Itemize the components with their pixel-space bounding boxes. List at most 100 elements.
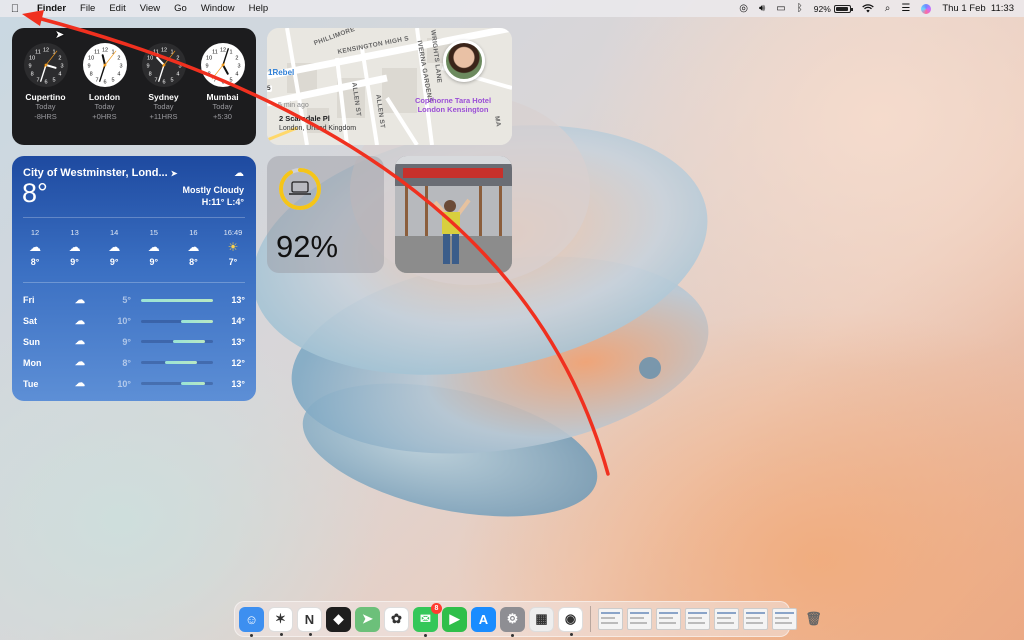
clock-day: Today <box>212 102 233 111</box>
svg-text:10: 10 <box>88 56 94 62</box>
minimized-window-thumbnail[interactable] <box>743 608 768 630</box>
avatar[interactable] <box>443 40 485 82</box>
hour-time: 14 <box>110 228 119 237</box>
gear-icon[interactable]: ⚙ <box>500 606 525 637</box>
menu-file[interactable]: File <box>73 3 102 14</box>
messages-icon[interactable]: ✉ 8 <box>413 602 442 637</box>
day-name: Mon <box>23 357 42 368</box>
menu-clock[interactable]: Thu 1 Feb 11:33 <box>942 3 1014 14</box>
temperature-range-bar <box>141 340 213 344</box>
svg-text:5: 5 <box>111 77 114 83</box>
running-indicator <box>424 633 427 637</box>
weather-high-low: H:11° L:4° <box>201 197 244 207</box>
minimized-window-thumbnail[interactable] <box>627 608 652 630</box>
trash-icon[interactable]: 🗑︎ <box>801 607 826 632</box>
photo-person-icon <box>395 156 512 273</box>
control-center-icon[interactable]: ☰ <box>901 3 910 14</box>
airdrop-icon[interactable]: ◎ <box>739 3 748 14</box>
wifi-icon[interactable] <box>862 4 874 13</box>
day-low: 10° <box>117 316 131 327</box>
menu-edit[interactable]: Edit <box>102 3 132 14</box>
minimized-window-thumbnail[interactable] <box>598 608 623 630</box>
menu-app-name[interactable]: Finder <box>30 3 73 14</box>
svg-text:11: 11 <box>35 50 41 56</box>
running-indicator <box>280 632 283 636</box>
temperature-range-fill <box>172 340 206 344</box>
minimized-window-thumbnail[interactable] <box>714 608 739 630</box>
notification-badge: 8 <box>431 602 442 614</box>
battery-widget[interactable]: 92% <box>267 156 384 273</box>
temperature-range-bar <box>141 298 213 302</box>
finder-icon[interactable]: ☺ <box>239 606 264 637</box>
svg-text:5: 5 <box>229 77 232 83</box>
craft-icon[interactable]: ✶ <box>268 606 293 636</box>
minimized-window-thumbnail[interactable] <box>656 608 681 630</box>
svg-text:1: 1 <box>229 50 232 56</box>
route-shield: 5 <box>267 85 272 92</box>
svg-text:9: 9 <box>28 64 31 70</box>
battery-status[interactable]: 92% <box>814 4 853 14</box>
menu-help[interactable]: Help <box>242 3 276 14</box>
menu-window[interactable]: Window <box>194 3 242 14</box>
menu-go[interactable]: Go <box>167 3 194 14</box>
svg-text:9: 9 <box>87 64 90 70</box>
weather-widget[interactable]: City of Westminster, Lond... ➤ 8° ☁ Most… <box>12 156 256 401</box>
apple-logo-icon[interactable]:  <box>0 3 30 15</box>
facetime-icon[interactable]: ▶ <box>442 606 467 632</box>
photo-widget[interactable] <box>395 156 512 273</box>
app-store-icon[interactable]: A <box>471 606 496 632</box>
chrome-icon[interactable]: ◉ <box>558 606 583 636</box>
launchpad-icon[interactable]: ▦ <box>529 606 554 632</box>
minimized-window-thumbnail[interactable] <box>772 608 797 630</box>
svg-text:3: 3 <box>178 64 181 70</box>
photos-icon[interactable]: ✿ <box>384 606 409 632</box>
running-indicator <box>570 632 573 636</box>
svg-text:5: 5 <box>52 77 55 83</box>
hourly-item: 13 ☁ 9° <box>60 228 90 267</box>
svg-text:11: 11 <box>153 50 159 56</box>
day-low: 5° <box>122 295 131 306</box>
hourly-item: 16:49 ☀ 7° <box>218 228 248 267</box>
weather-condition: Mostly Cloudy <box>182 185 244 195</box>
bluetooth-icon[interactable]: ᛒ <box>797 3 803 14</box>
hour-temp: 7° <box>228 257 238 267</box>
svg-text:7: 7 <box>154 77 157 83</box>
cloud-icon: ☁ <box>29 240 41 254</box>
cloud-icon: ☁ <box>108 240 121 254</box>
svg-text:11: 11 <box>94 50 100 56</box>
svg-text:5: 5 <box>170 77 173 83</box>
siri-icon[interactable] <box>921 3 932 14</box>
screen-mirroring-icon[interactable]: ▭ <box>776 3 785 14</box>
battery-percent: 92% <box>276 229 339 264</box>
cloud-icon: ☁ <box>68 240 81 254</box>
dock-separator <box>590 606 591 632</box>
hour-time: 16 <box>189 228 198 237</box>
maps-icon[interactable]: ➤ <box>355 606 380 632</box>
svg-text:10: 10 <box>147 56 153 62</box>
notion-icon[interactable]: N <box>297 606 322 636</box>
clock-face-icon: 1234567891011 12 <box>200 43 245 87</box>
clock-2: 1 2 3 4 5 6 7 8 9 10 11 12 London Today +0HRS <box>77 42 133 122</box>
figma-icon[interactable]: ◆ <box>326 606 351 632</box>
day-low: 9° <box>122 336 131 347</box>
menu-view[interactable]: View <box>133 3 167 14</box>
hour-time: 16:49 <box>223 228 243 237</box>
svg-text:7: 7 <box>95 77 98 83</box>
svg-text:4: 4 <box>176 72 179 78</box>
day-high: 12° <box>231 357 245 368</box>
minimized-window-thumbnail[interactable] <box>685 608 710 630</box>
volume-icon[interactable]: 🔊︎ <box>759 3 765 14</box>
map-place-label: 1Rebel <box>268 68 295 77</box>
day-low: 8° <box>122 357 131 368</box>
world-clock-widget[interactable]: 1 2 3 4 5 6 7 8 9 10 11 12 Cupertino Today -8HRS 1 2 3 4 5 6… <box>12 28 256 145</box>
cloud-icon: ☁ <box>234 168 244 179</box>
clock-face-icon: 1234567891011 12 <box>141 43 186 87</box>
daily-forecast: Fri ☁ 5° 13° Sat ☁ 10° 14° Sun ☁ 9° 13° Mon ☁ 8° 12° Tue… <box>23 290 245 394</box>
clock-4: 1 2 3 4 5 6 7 8 9 10 11 12 Mumbai Today +5:30 <box>195 42 251 122</box>
clock-city: Cupertino <box>25 92 66 102</box>
clock-day: Today <box>94 102 115 111</box>
search-icon[interactable]: ⌕ <box>885 3 891 14</box>
day-high: 13° <box>231 336 245 347</box>
svg-text:10: 10 <box>206 56 212 62</box>
hour-time: 12 <box>30 228 40 237</box>
